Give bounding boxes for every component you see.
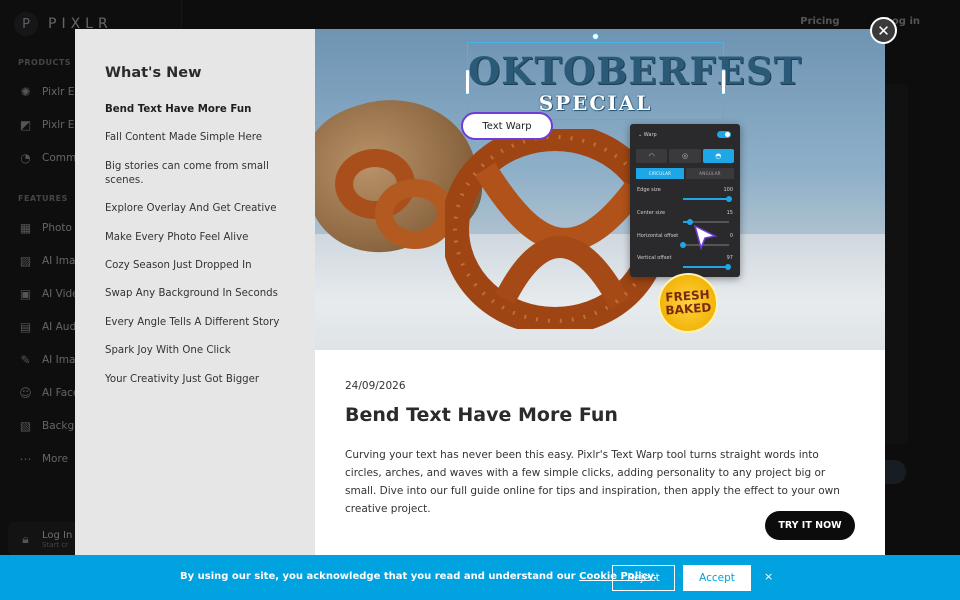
arch-shape-icon[interactable]: ◓ xyxy=(702,149,734,163)
accept-button[interactable]: Accept xyxy=(683,565,751,591)
reject-button[interactable]: Reject xyxy=(612,565,675,591)
whats-new-modal: What's New Bend Text Have More Fun Fall … xyxy=(75,29,885,555)
whats-new-item[interactable]: Bend Text Have More Fun xyxy=(105,103,315,117)
warp-toggle[interactable] xyxy=(717,131,731,138)
warp-shape-options: ◠ ◎ ◓ xyxy=(636,149,734,163)
whats-new-item[interactable]: Spark Joy With One Click xyxy=(105,344,315,358)
article-body: Curving your text has never been this ea… xyxy=(345,449,840,515)
tab-angular[interactable]: ANGULAR xyxy=(686,168,734,179)
cookie-text: By using our site, you acknowledge that … xyxy=(180,571,657,582)
close-icon[interactable]: ✕ xyxy=(870,17,897,44)
resize-handle-icon[interactable] xyxy=(465,69,470,95)
whats-new-item[interactable]: Every Angle Tells A Different Story xyxy=(105,316,315,330)
whats-new-item[interactable]: Fall Content Made Simple Here xyxy=(105,131,315,145)
warp-mode-tabs: CIRCULAR ANGULAR xyxy=(636,168,734,179)
hero-image: OKTOBERFEST SPECIAL Text Warp ⌄ Warp ◠ ◎… xyxy=(315,29,885,350)
article-content: 24/09/2026 Bend Text Have More Fun Curvi… xyxy=(345,380,857,518)
wave-shape-icon[interactable]: ◠ xyxy=(636,149,668,163)
whats-new-list: Bend Text Have More Fun Fall Content Mad… xyxy=(105,103,315,387)
whats-new-sidebar: What's New Bend Text Have More Fun Fall … xyxy=(75,29,315,555)
whats-new-item[interactable]: Cozy Season Just Dropped In xyxy=(105,259,315,273)
rotate-handle-icon[interactable] xyxy=(592,33,599,40)
cookie-banner: By using our site, you acknowledge that … xyxy=(0,555,960,600)
bulge-shape-icon[interactable]: ◎ xyxy=(669,149,701,163)
resize-handle-icon[interactable] xyxy=(721,69,726,95)
warp-settings-panel: ⌄ Warp ◠ ◎ ◓ CIRCULAR ANGULAR Edge size 1… xyxy=(630,124,740,277)
cursor-icon xyxy=(693,224,717,250)
tab-circular[interactable]: CIRCULAR xyxy=(636,168,684,179)
cookie-close-icon[interactable]: × xyxy=(764,570,773,583)
article-panel: OKTOBERFEST SPECIAL Text Warp ⌄ Warp ◠ ◎… xyxy=(315,29,885,555)
whats-new-item[interactable]: Explore Overlay And Get Creative xyxy=(105,202,315,216)
text-selection-box[interactable]: OKTOBERFEST SPECIAL xyxy=(467,42,803,120)
center-size-slider[interactable] xyxy=(683,218,729,225)
text-warp-chip: Text Warp xyxy=(461,112,553,140)
article-date: 24/09/2026 xyxy=(345,380,406,392)
warp-header: ⌄ Warp xyxy=(638,132,657,138)
pretzel-image xyxy=(375,179,455,249)
oktoberfest-title: OKTOBERFEST xyxy=(468,49,803,93)
whats-new-item[interactable]: Make Every Photo Feel Alive xyxy=(105,231,315,245)
vertical-offset-slider[interactable] xyxy=(683,263,731,270)
edge-size-slider[interactable] xyxy=(683,195,732,202)
whats-new-item[interactable]: Swap Any Background In Seconds xyxy=(105,287,315,301)
whats-new-title: What's New xyxy=(105,65,202,81)
whats-new-item[interactable]: Big stories can come from small scenes. xyxy=(105,160,315,188)
try-it-now-button[interactable]: TRY IT NOW xyxy=(765,511,855,540)
article-title: Bend Text Have More Fun xyxy=(345,404,618,426)
whats-new-item[interactable]: Your Creativity Just Got Bigger xyxy=(105,373,315,387)
